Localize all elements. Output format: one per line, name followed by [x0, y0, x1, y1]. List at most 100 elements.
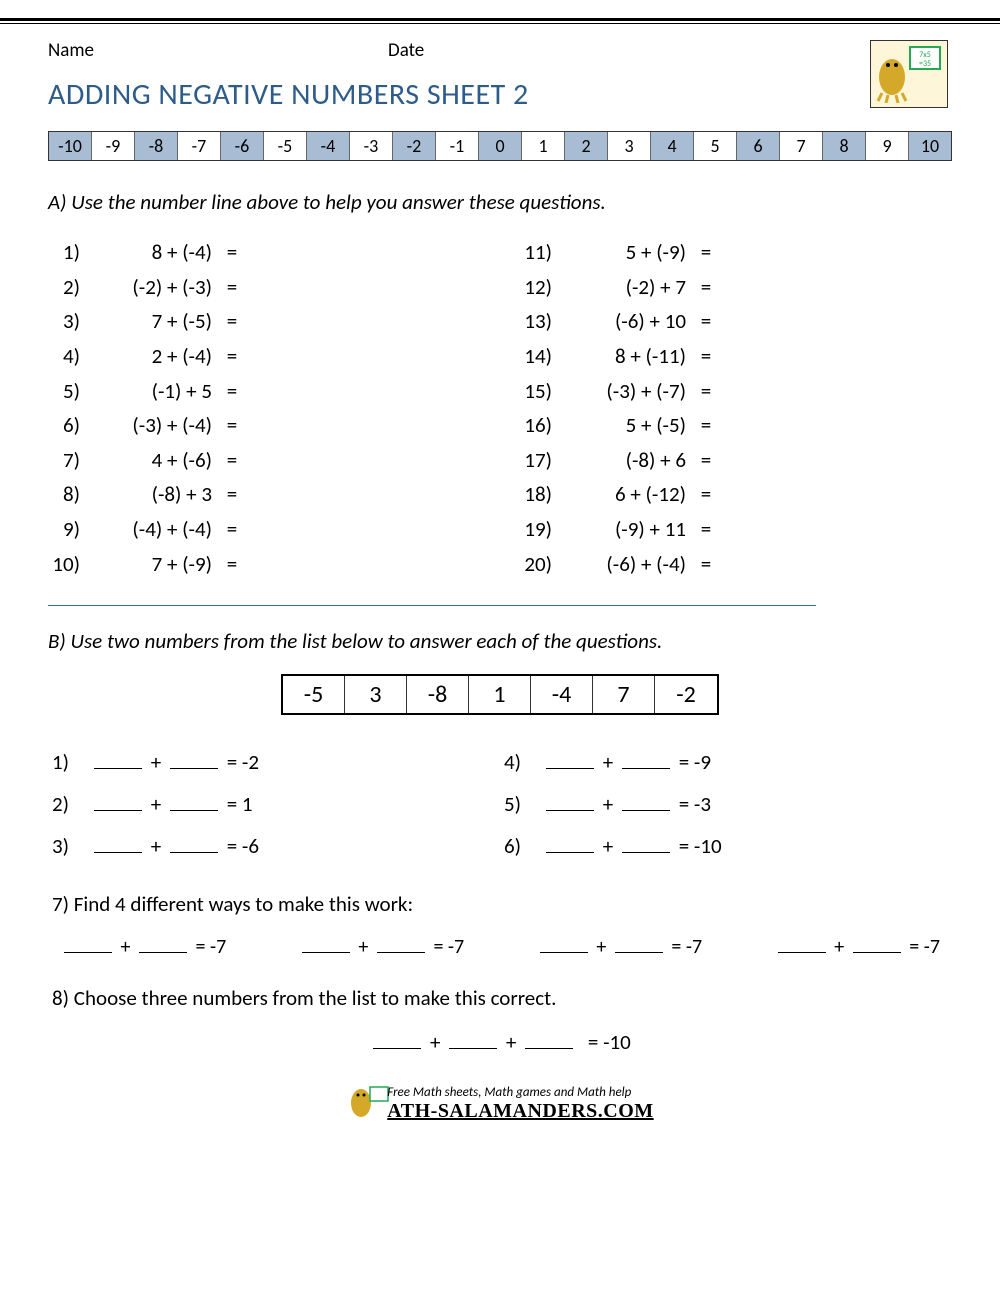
equals-sign: =: [222, 304, 242, 339]
problem-row: 16)5 + (-5)=: [500, 408, 952, 443]
problem-row: 10)7 + (-9)=: [48, 547, 500, 582]
blank-field[interactable]: [778, 952, 826, 953]
question-8: 8) Choose three numbers from the list to…: [48, 985, 952, 1011]
number-line-cell: -2: [393, 132, 436, 160]
blank-field[interactable]: [622, 810, 670, 811]
fill-blank-row: 5) + = -3: [500, 783, 952, 825]
q7-blank-group: + = -7: [536, 935, 702, 959]
equals-sign: =: [696, 547, 716, 582]
number-line-cell: 1: [522, 132, 565, 160]
plus-sign: +: [506, 1029, 521, 1055]
worksheet-title: ADDING NEGATIVE NUMBERS SHEET 2: [48, 76, 952, 113]
number-line-cell: -9: [92, 132, 135, 160]
problem-row: 13)(-6) + 10=: [500, 304, 952, 339]
problem-expression: (-2) + 7: [564, 270, 696, 305]
problem-number: 6): [48, 408, 92, 443]
blank-field[interactable]: [853, 952, 901, 953]
blank-field[interactable]: [64, 952, 112, 953]
list-number: -2: [655, 676, 717, 713]
blank-field[interactable]: [139, 952, 187, 953]
fill-blank-row: 3) + = -6: [48, 825, 500, 867]
problem-expression: (-6) + (-4): [564, 547, 696, 582]
equals-sign: =: [222, 443, 242, 478]
question-8-blanks: + + = -10: [48, 1029, 952, 1055]
number-line-cell: 6: [737, 132, 780, 160]
problem-row: 18)6 + (-12)=: [500, 477, 952, 512]
problem-number: 9): [48, 512, 92, 547]
blank-expression: + = -9: [542, 741, 711, 783]
number-list-box: -53-81-47-2: [281, 674, 719, 715]
equals-sign: =: [696, 235, 716, 270]
problem-row: 9)(-4) + (-4)=: [48, 512, 500, 547]
salamander-logo-icon: 7x5 =35: [870, 40, 948, 108]
blank-expression: + = -3: [542, 783, 711, 825]
q7-blank-group: + = -7: [60, 935, 226, 959]
blank-field[interactable]: [622, 768, 670, 769]
equals-sign: =: [696, 374, 716, 409]
number-line-cell: -5: [264, 132, 307, 160]
q7-blank-group: + = -7: [774, 935, 940, 959]
blank-expression: + = 1: [90, 783, 253, 825]
problem-number: 2): [48, 783, 90, 825]
blank-field[interactable]: [622, 852, 670, 853]
blank-field[interactable]: [546, 810, 594, 811]
fill-blank-row: 1) + = -2: [48, 741, 500, 783]
blank-field[interactable]: [94, 810, 142, 811]
problem-expression: (-4) + (-4): [92, 512, 222, 547]
problem-number: 8): [48, 477, 92, 512]
blank-field[interactable]: [546, 768, 594, 769]
number-line-cell: 2: [565, 132, 608, 160]
equals-sign: =: [696, 443, 716, 478]
equals-sign: =: [696, 270, 716, 305]
blank-expression: + = -10: [542, 825, 722, 867]
blank-field[interactable]: [540, 952, 588, 953]
list-number: 3: [345, 676, 407, 713]
footer-site: ATH-SALAMANDERS.COM: [387, 1100, 653, 1123]
problem-row: 20)(-6) + (-4)=: [500, 547, 952, 582]
q7-blank-group: + = -7: [298, 935, 464, 959]
blank-field[interactable]: [302, 952, 350, 953]
problem-number: 20): [500, 547, 564, 582]
list-number: 1: [469, 676, 531, 713]
problem-expression: 8 + (-4): [92, 235, 222, 270]
problem-expression: 4 + (-6): [92, 443, 222, 478]
number-line-cell: -1: [436, 132, 479, 160]
problem-number: 3): [48, 304, 92, 339]
problem-expression: (-6) + 10: [564, 304, 696, 339]
problem-row: 6)(-3) + (-4)=: [48, 408, 500, 443]
equals-sign: =: [222, 512, 242, 547]
blank-field[interactable]: [615, 952, 663, 953]
header: Name Date: [48, 39, 952, 62]
problem-expression: 2 + (-4): [92, 339, 222, 374]
list-number: -8: [407, 676, 469, 713]
blank-field[interactable]: [94, 768, 142, 769]
section-b-problems: 1) + = -22) + = 13) + = -6 4) + = -95) +…: [48, 741, 952, 867]
section-b-instruction: B) Use two numbers from the list below t…: [48, 628, 952, 654]
question-7-blanks: + = -7 + = -7 + = -7 + = -7: [48, 935, 952, 959]
problem-expression: (-1) + 5: [92, 374, 222, 409]
problem-number: 7): [48, 443, 92, 478]
blank-field[interactable]: [170, 810, 218, 811]
blank-field[interactable]: [170, 768, 218, 769]
blank-field[interactable]: [377, 952, 425, 953]
blank-field[interactable]: [94, 852, 142, 853]
list-number: -5: [283, 676, 345, 713]
problem-expression: (-2) + (-3): [92, 270, 222, 305]
blank-field[interactable]: [170, 852, 218, 853]
equals-sign: =: [222, 547, 242, 582]
problem-row: 4)2 + (-4)=: [48, 339, 500, 374]
section-a-instruction: A) Use the number line above to help you…: [48, 189, 952, 215]
problem-row: 5)(-1) + 5=: [48, 374, 500, 409]
problem-row: 12)(-2) + 7=: [500, 270, 952, 305]
number-line-cell: 4: [651, 132, 694, 160]
blank-field[interactable]: [525, 1048, 573, 1049]
blank-field[interactable]: [373, 1048, 421, 1049]
blank-expression: + = -2: [90, 741, 259, 783]
problem-number: 12): [500, 270, 564, 305]
problem-number: 4): [500, 741, 542, 783]
fill-blank-row: 4) + = -9: [500, 741, 952, 783]
problem-number: 19): [500, 512, 564, 547]
blank-field[interactable]: [449, 1048, 497, 1049]
blank-field[interactable]: [546, 852, 594, 853]
problem-row: 3)7 + (-5)=: [48, 304, 500, 339]
